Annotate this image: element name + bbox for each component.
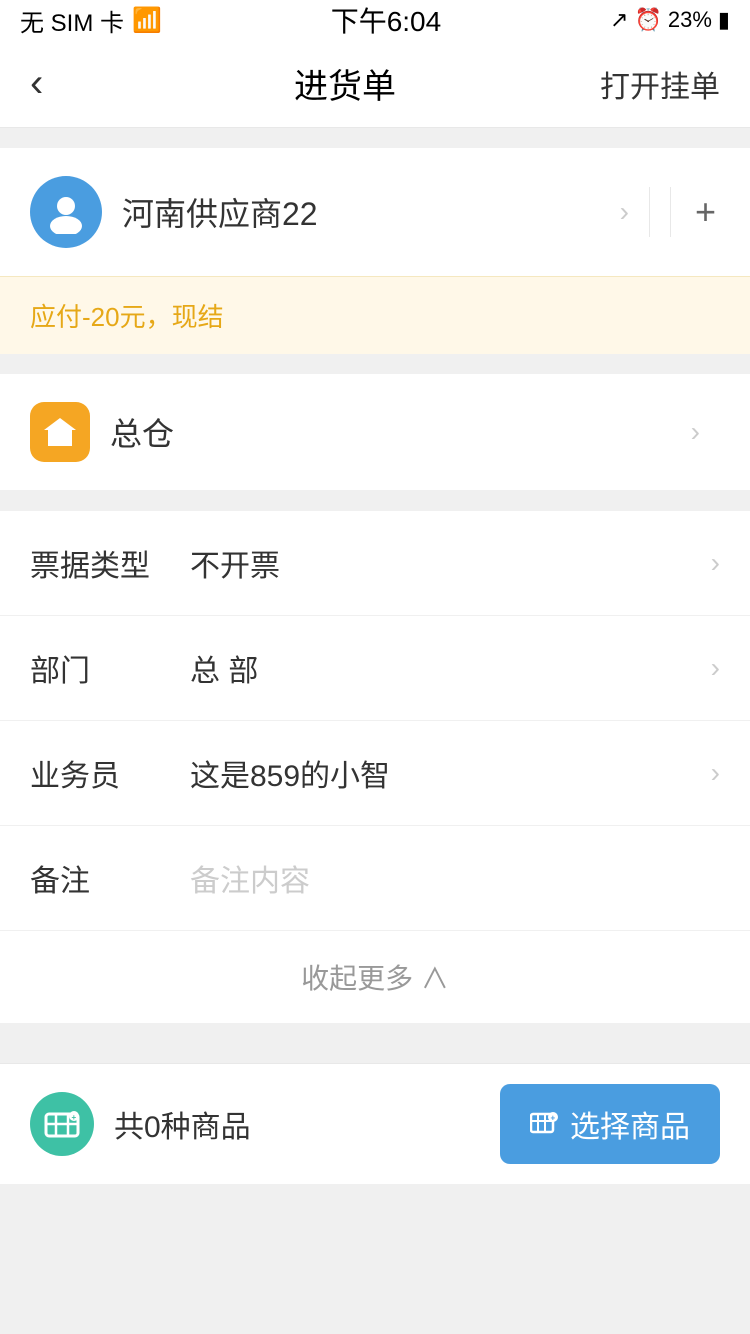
supplier-row[interactable]: 河南供应商22 › + — [0, 148, 750, 276]
product-count-label: 共0种商品 — [114, 1102, 500, 1146]
gap-1 — [0, 128, 750, 148]
status-bar: 无 SIM 卡 📶 下午6:04 ↗ ⏰ 23% ▮ — [0, 0, 750, 40]
wifi-icon: 📶 — [132, 6, 162, 35]
divider — [649, 187, 650, 237]
svg-text:+: + — [72, 1113, 77, 1122]
gap-2 — [0, 354, 750, 374]
status-time: 下午6:04 — [331, 0, 442, 40]
nav-bar: ‹ 进货单 打开挂单 — [0, 40, 750, 128]
warehouse-row[interactable]: 总仓 › — [0, 374, 750, 490]
bottom-bar: + 共0种商品 + 选择商品 — [0, 1063, 750, 1184]
salesperson-value: 这是859的小智 — [190, 751, 711, 795]
form-section: 票据类型 不开票 › 部门 总 部 › 业务员 这是859的小智 › 备注 备注… — [0, 510, 750, 1023]
warehouse-icon — [30, 402, 90, 462]
notice-text: 应付-20元，现结 — [30, 302, 224, 332]
battery-label: 23% — [668, 7, 712, 33]
alarm-icon: ⏰ — [634, 7, 661, 33]
invoice-type-value: 不开票 — [190, 541, 711, 585]
collapse-button[interactable]: 收起更多 ∧ — [0, 930, 750, 1023]
warehouse-chevron-icon: › — [691, 416, 700, 448]
remark-row[interactable]: 备注 备注内容 — [0, 825, 750, 930]
notice-bar: 应付-20元，现结 — [0, 276, 750, 354]
warehouse-name: 总仓 — [110, 409, 691, 455]
add-supplier-button[interactable]: + — [670, 187, 720, 237]
select-product-icon: + — [530, 1109, 560, 1139]
gap-3 — [0, 490, 750, 510]
invoice-type-label: 票据类型 — [30, 541, 190, 585]
salesperson-chevron-icon: › — [711, 757, 720, 789]
cart-icon: + — [44, 1106, 80, 1142]
salesperson-row[interactable]: 业务员 这是859的小智 › — [0, 720, 750, 825]
open-pending-button[interactable]: 打开挂单 — [600, 62, 720, 106]
supplier-name: 河南供应商22 — [122, 189, 620, 235]
battery-icon: ▮ — [718, 7, 730, 33]
product-icon-container: + — [30, 1092, 94, 1156]
select-product-label: 选择商品 — [570, 1102, 690, 1146]
salesperson-label: 业务员 — [30, 751, 190, 795]
page-title: 进货单 — [294, 59, 396, 108]
select-product-button[interactable]: + 选择商品 — [500, 1084, 720, 1164]
supplier-chevron-icon: › — [620, 196, 629, 228]
person-icon — [44, 190, 88, 234]
supplier-avatar — [30, 176, 102, 248]
invoice-type-row[interactable]: 票据类型 不开票 › — [0, 510, 750, 615]
carrier-label: 无 SIM 卡 — [20, 3, 124, 38]
warehouse-section: 总仓 › — [0, 374, 750, 490]
status-right: ↗ ⏰ 23% ▮ — [610, 7, 730, 33]
svg-text:+: + — [551, 1114, 556, 1123]
department-label: 部门 — [30, 646, 190, 690]
gap-4 — [0, 1023, 750, 1043]
house-icon — [42, 414, 78, 450]
department-chevron-icon: › — [711, 652, 720, 684]
invoice-type-chevron-icon: › — [711, 547, 720, 579]
department-row[interactable]: 部门 总 部 › — [0, 615, 750, 720]
collapse-label: 收起更多 ∧ — [301, 957, 449, 997]
supplier-section: 河南供应商22 › + 应付-20元，现结 — [0, 148, 750, 354]
remark-placeholder: 备注内容 — [190, 856, 720, 900]
status-left: 无 SIM 卡 📶 — [20, 3, 162, 38]
department-value: 总 部 — [190, 646, 711, 690]
location-icon: ↗ — [610, 7, 628, 33]
remark-label: 备注 — [30, 856, 190, 900]
back-button[interactable]: ‹ — [30, 61, 90, 106]
